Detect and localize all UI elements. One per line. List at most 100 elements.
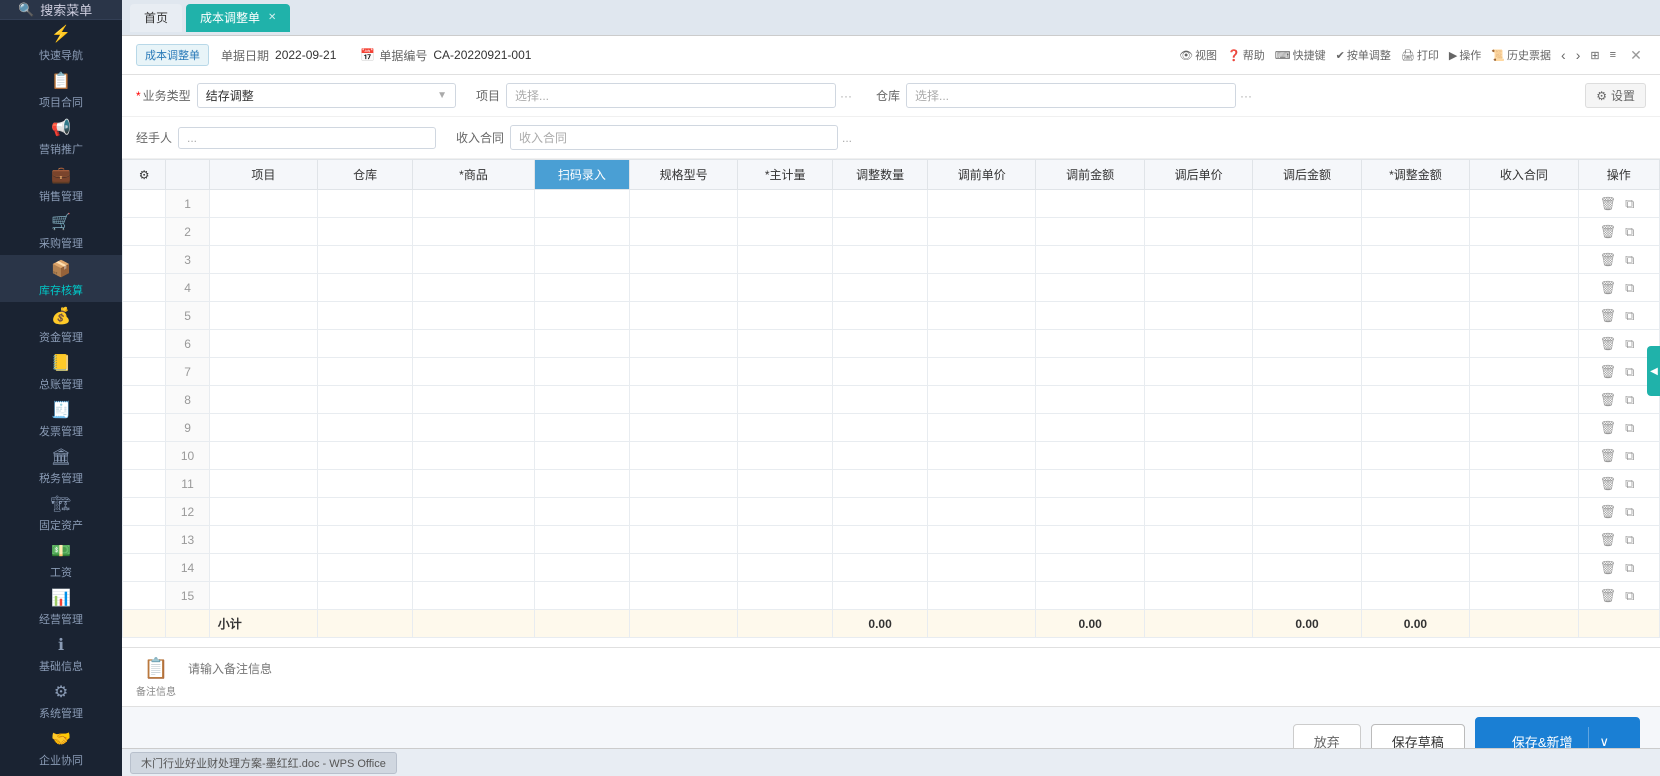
cell-warehouse[interactable] (318, 358, 413, 386)
doc-close-btn[interactable]: ✕ (1626, 45, 1646, 65)
handler-input[interactable]: ... (178, 127, 436, 149)
cell-goods[interactable] (413, 330, 535, 358)
cell-goods[interactable] (413, 582, 535, 610)
cell-prev-price[interactable] (928, 470, 1036, 498)
cell-project[interactable] (209, 330, 317, 358)
cell-unit[interactable] (738, 246, 833, 274)
history-btn[interactable]: 📜 历史票据 (1491, 47, 1551, 63)
sidebar-item-system-mgmt[interactable]: ⚙ 系统管理 (0, 678, 122, 725)
cell-adj-amount[interactable] (1361, 414, 1469, 442)
cell-prev-price[interactable] (928, 414, 1036, 442)
cell-goods[interactable] (413, 554, 535, 582)
project-more-btn[interactable]: ··· (840, 89, 852, 103)
sidebar-item-quick-nav[interactable]: ⚡ 快速导航 (0, 20, 122, 67)
cell-after-price[interactable] (1144, 190, 1252, 218)
sidebar-item-new-guide[interactable]: 🎓 新手引导 (0, 772, 122, 776)
cell-warehouse[interactable] (318, 526, 413, 554)
cell-spec[interactable] (629, 274, 737, 302)
sidebar-item-basic-info[interactable]: ℹ 基础信息 (0, 631, 122, 678)
copy-row-btn[interactable]: ⧉ (1621, 587, 1639, 605)
th-prev-amount[interactable]: 调前金额 (1036, 160, 1144, 190)
cell-goods[interactable] (413, 526, 535, 554)
delete-row-btn[interactable]: 🗑 (1599, 559, 1617, 577)
cell-adj-amount[interactable] (1361, 190, 1469, 218)
cell-warehouse[interactable] (318, 218, 413, 246)
cell-scan[interactable] (534, 358, 629, 386)
cell-income-contract[interactable] (1470, 358, 1578, 386)
cell-spec[interactable] (629, 554, 737, 582)
cell-income-contract[interactable] (1470, 190, 1578, 218)
print-btn[interactable]: 🖨 打印 (1401, 47, 1439, 63)
cell-spec[interactable] (629, 190, 737, 218)
cell-project[interactable] (209, 386, 317, 414)
cell-after-amount[interactable] (1253, 526, 1361, 554)
cell-income-contract[interactable] (1470, 330, 1578, 358)
th-prev-price[interactable]: 调前单价 (928, 160, 1036, 190)
cell-warehouse[interactable] (318, 554, 413, 582)
cell-after-amount[interactable] (1253, 274, 1361, 302)
cell-adj-amount[interactable] (1361, 358, 1469, 386)
cell-after-price[interactable] (1144, 274, 1252, 302)
cell-goods[interactable] (413, 414, 535, 442)
copy-row-btn[interactable]: ⧉ (1621, 447, 1639, 465)
cell-project[interactable] (209, 414, 317, 442)
cell-qty[interactable] (833, 190, 928, 218)
delete-row-btn[interactable]: 🗑 (1599, 447, 1617, 465)
th-scan[interactable]: 扫码录入 (534, 160, 629, 190)
cell-income-contract[interactable] (1470, 414, 1578, 442)
cell-unit[interactable] (738, 582, 833, 610)
cell-unit[interactable] (738, 302, 833, 330)
cell-after-price[interactable] (1144, 246, 1252, 274)
cell-warehouse[interactable] (318, 470, 413, 498)
cell-qty[interactable] (833, 470, 928, 498)
cell-scan[interactable] (534, 218, 629, 246)
cell-income-contract[interactable] (1470, 246, 1578, 274)
cell-income-contract[interactable] (1470, 470, 1578, 498)
cell-qty[interactable] (833, 302, 928, 330)
copy-row-btn[interactable]: ⧉ (1621, 279, 1639, 297)
cell-prev-amount[interactable] (1036, 190, 1144, 218)
cell-prev-amount[interactable] (1036, 358, 1144, 386)
cell-after-amount[interactable] (1253, 414, 1361, 442)
cell-prev-price[interactable] (928, 582, 1036, 610)
copy-row-btn[interactable]: ⧉ (1621, 475, 1639, 493)
cell-after-amount[interactable] (1253, 358, 1361, 386)
cell-unit[interactable] (738, 498, 833, 526)
sidebar-item-ops-mgmt[interactable]: 📊 经营管理 (0, 584, 122, 631)
warehouse-input[interactable]: 选择... (906, 83, 1236, 108)
cell-adj-amount[interactable] (1361, 582, 1469, 610)
cell-after-price[interactable] (1144, 582, 1252, 610)
sidebar-item-fixed-assets[interactable]: 🏗 固定资产 (0, 490, 122, 537)
cell-spec[interactable] (629, 246, 737, 274)
cell-qty[interactable] (833, 498, 928, 526)
cell-prev-amount[interactable] (1036, 414, 1144, 442)
cell-scan[interactable] (534, 470, 629, 498)
th-after-amount[interactable]: 调后金额 (1253, 160, 1361, 190)
cell-prev-price[interactable] (928, 190, 1036, 218)
cell-adj-amount[interactable] (1361, 470, 1469, 498)
cell-income-contract[interactable] (1470, 554, 1578, 582)
cell-prev-amount[interactable] (1036, 302, 1144, 330)
cell-unit[interactable] (738, 442, 833, 470)
cell-scan[interactable] (534, 414, 629, 442)
help-btn[interactable]: ❓ 帮助 (1227, 47, 1265, 63)
delete-row-btn[interactable]: 🗑 (1599, 307, 1617, 325)
tab-close-icon[interactable]: ✕ (268, 12, 276, 23)
cell-qty[interactable] (833, 330, 928, 358)
copy-row-btn[interactable]: ⧉ (1621, 251, 1639, 269)
th-after-price[interactable]: 调后单价 (1144, 160, 1252, 190)
cell-adj-amount[interactable] (1361, 246, 1469, 274)
th-warehouse[interactable]: 仓库 (318, 160, 413, 190)
cell-income-contract[interactable] (1470, 498, 1578, 526)
th-project[interactable]: 项目 (209, 160, 317, 190)
notes-input[interactable] (188, 656, 1646, 696)
sidebar-item-sales-mgmt[interactable]: 💼 销售管理 (0, 161, 122, 208)
list-view-btn[interactable]: ≡ (1610, 49, 1616, 61)
cell-after-price[interactable] (1144, 358, 1252, 386)
cell-prev-amount[interactable] (1036, 554, 1144, 582)
copy-row-btn[interactable]: ⧉ (1621, 391, 1639, 409)
cell-scan[interactable] (534, 442, 629, 470)
cell-project[interactable] (209, 470, 317, 498)
cell-spec[interactable] (629, 330, 737, 358)
cell-adj-amount[interactable] (1361, 218, 1469, 246)
